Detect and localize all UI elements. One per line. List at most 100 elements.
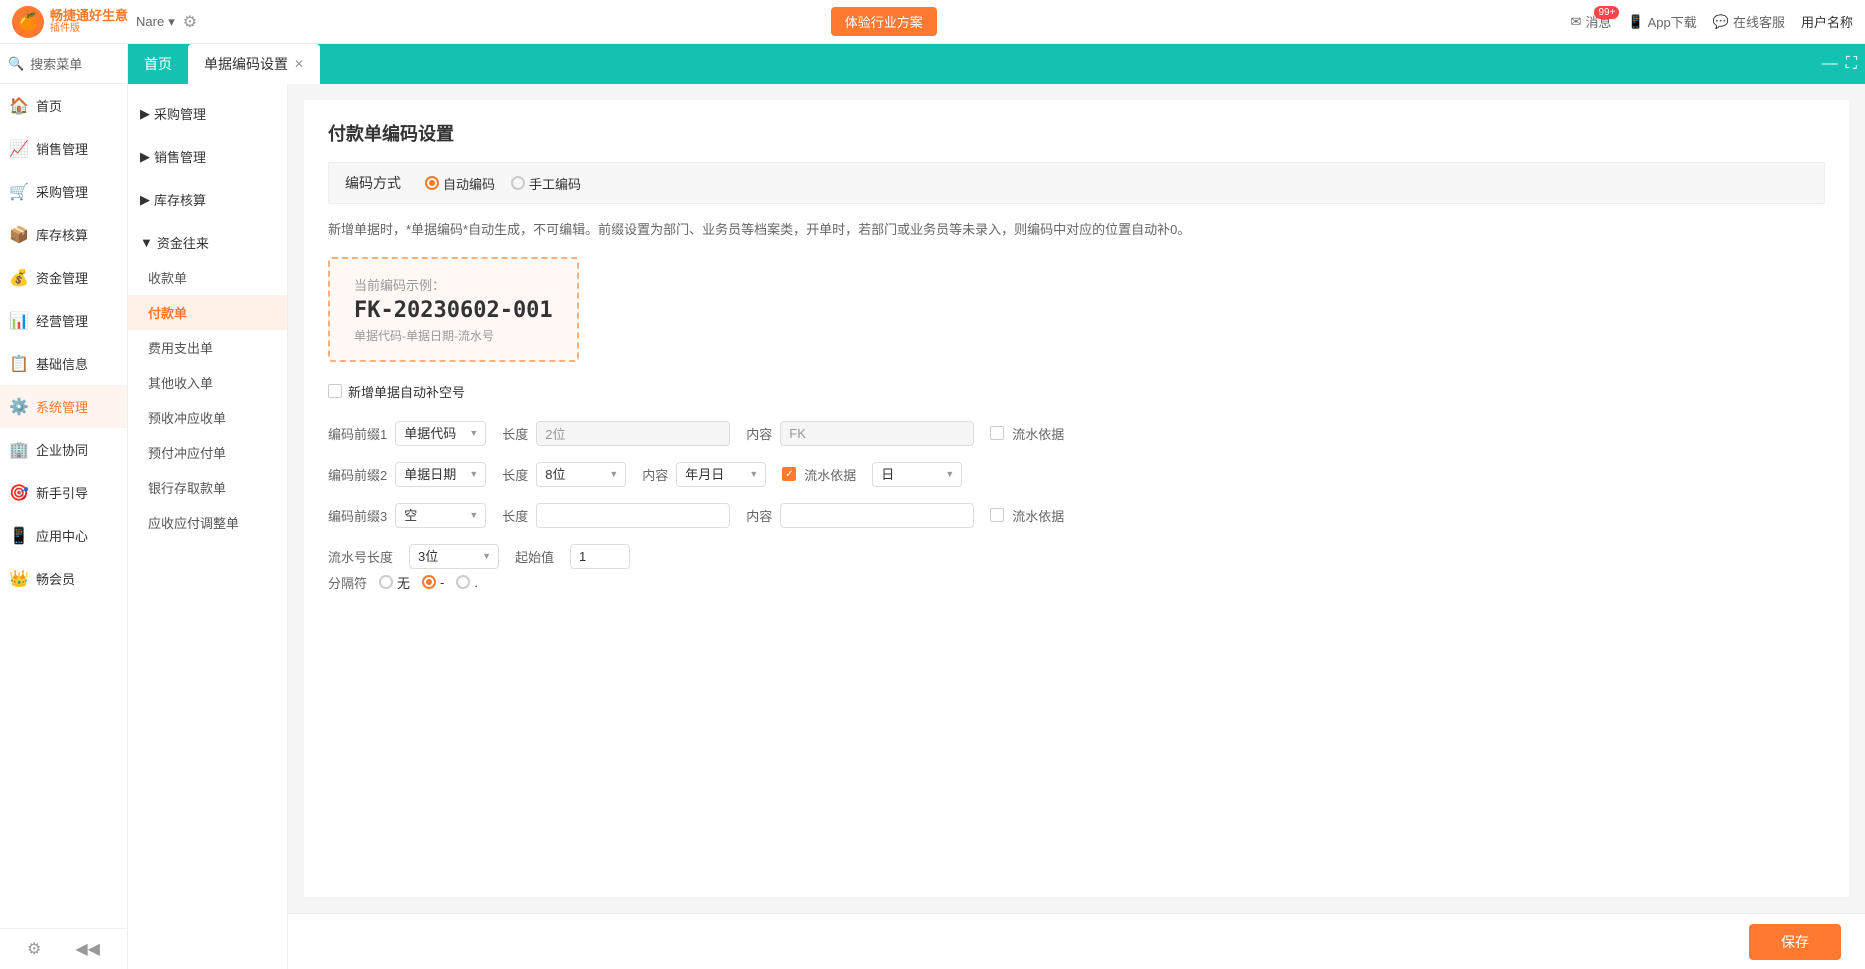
header-left: 🍊 畅捷通好生意 插件版 Nare ▾ ⚙ — [12, 6, 197, 38]
inventory-icon: 📦 — [10, 226, 28, 244]
sidebar-item-home[interactable]: 🏠 首页 — [0, 84, 127, 127]
sub-menu-item-prepay-receive[interactable]: 预收冲应收单 — [128, 400, 287, 435]
app-icon: 📱 — [1627, 14, 1643, 30]
sub-menu-item-expense[interactable]: 费用支出单 — [128, 330, 287, 365]
separator-dash[interactable]: - — [422, 575, 444, 590]
radio-auto-code[interactable]: 自动编码 — [425, 174, 495, 193]
serial-start-input[interactable] — [570, 544, 630, 569]
prefix3-select[interactable]: 单据代码 部门 业务员 空 — [395, 503, 486, 528]
settings-bottom-icon[interactable]: ⚙ — [27, 939, 41, 959]
serial-row: 流水号长度 3位 4位 5位 6位 起始值 — [328, 544, 1825, 569]
length2-select-wrapper: 4位 6位 8位 — [536, 462, 626, 487]
serial1-checkbox[interactable] — [990, 426, 1004, 440]
serial2-checkbox[interactable]: ✓ — [782, 467, 796, 481]
field-length3: 长度 — [502, 503, 730, 528]
service-label: 在线客服 — [1733, 12, 1785, 31]
sub-menu-purchase-label: 采购管理 — [154, 104, 206, 123]
serial3-checkbox[interactable] — [990, 508, 1004, 522]
content1-input[interactable] — [780, 421, 974, 446]
separator-none[interactable]: 无 — [379, 573, 410, 592]
content2-select[interactable]: 年月日 年月 年 — [676, 462, 766, 487]
tab-home[interactable]: 首页 — [128, 44, 188, 84]
sub-menu-item-bank[interactable]: 银行存取款单 — [128, 470, 287, 505]
sidebar-item-system[interactable]: ⚙️ 系统管理 — [0, 385, 127, 428]
trial-button[interactable]: 体验行业方案 — [831, 7, 937, 36]
prefix1-select-wrapper: 单据代码 部门 业务员 空 — [395, 421, 486, 446]
sub-menu-inventory: ▶ 库存核算 — [128, 178, 287, 221]
company-select[interactable]: Nare ▾ — [136, 14, 175, 30]
brand-logo: 🍊 畅捷通好生意 插件版 — [12, 6, 128, 38]
sub-menu-inventory-header[interactable]: ▶ 库存核算 — [128, 182, 287, 217]
serial-length-select[interactable]: 3位 4位 5位 6位 — [409, 544, 499, 569]
sub-menu-sales-header[interactable]: ▶ 销售管理 — [128, 139, 287, 174]
sidebar-item-purchase[interactable]: 🛒 采购管理 — [0, 170, 127, 213]
radio-manual-code[interactable]: 手工编码 — [511, 174, 581, 193]
sub-menu-inventory-label: 库存核算 — [154, 190, 206, 209]
sub-menu-item-prepay-pay[interactable]: 预付冲应付单 — [128, 435, 287, 470]
sidebar-item-sales[interactable]: 📈 销售管理 — [0, 127, 127, 170]
sidebar-bottom: ⚙ ◀◀ — [0, 928, 127, 969]
sidebar-item-finance[interactable]: 💰 资金管理 — [0, 256, 127, 299]
header-mid: 体验行业方案 — [831, 7, 937, 36]
separator-dot-label: . — [474, 575, 478, 590]
prefix1-label: 编码前缀1 — [328, 424, 387, 443]
config-rows: 编码前缀1 单据代码 部门 业务员 空 — [328, 421, 1825, 528]
tab-code-setting-label: 单据编码设置 — [204, 54, 288, 74]
sales-icon: 📈 — [10, 140, 28, 158]
auto-fill-checkbox[interactable] — [328, 384, 342, 398]
chevron-down-icon: ▾ — [168, 14, 175, 30]
prefix3-label: 编码前缀3 — [328, 506, 387, 525]
sidebar-label-sales: 销售管理 — [36, 139, 88, 158]
online-service[interactable]: 💬 在线客服 — [1713, 12, 1785, 31]
search-label: 搜索菜单 — [30, 54, 82, 73]
length1-input[interactable] — [536, 421, 730, 446]
user-info[interactable]: 用户名称 — [1801, 12, 1853, 31]
sidebar-item-operation[interactable]: 📊 经营管理 — [0, 299, 127, 342]
sidebar-label-operation: 经营管理 — [36, 311, 88, 330]
sidebar-item-corp[interactable]: 🏢 企业协同 — [0, 428, 127, 471]
content2-label: 内容 — [642, 465, 668, 484]
content3-input[interactable] — [780, 503, 974, 528]
save-button[interactable]: 保存 — [1749, 924, 1841, 960]
sub-menu-purchase-header[interactable]: ▶ 采购管理 — [128, 96, 287, 131]
sidebar-item-basic[interactable]: 📋 基础信息 — [0, 342, 127, 385]
company-name: Nare — [136, 14, 164, 29]
app-download[interactable]: 📱 App下载 — [1627, 12, 1696, 31]
message-icon: ✉ — [1571, 14, 1582, 30]
field-content1: 内容 — [746, 421, 974, 446]
length2-select[interactable]: 4位 6位 8位 — [536, 462, 626, 487]
length3-input[interactable] — [536, 503, 730, 528]
prefix2-select[interactable]: 单据日期 部门 业务员 空 — [395, 462, 486, 487]
sidebar-item-apps[interactable]: 📱 应用中心 — [0, 514, 127, 557]
code-mode-label: 编码方式 — [345, 173, 401, 193]
preview-desc: 单据代码-单据日期-流水号 — [354, 327, 553, 344]
day-select[interactable]: 日 月 年 — [872, 462, 962, 487]
radio-manual-label: 手工编码 — [529, 174, 581, 193]
search-menu-button[interactable]: 🔍 搜索菜单 — [0, 44, 127, 84]
sidebar-item-guide[interactable]: 🎯 新手引导 — [0, 471, 127, 514]
tab-close-icon[interactable]: ✕ — [294, 57, 304, 71]
radio-auto-dot — [425, 176, 439, 190]
tab-bar-actions: — ⛶ — [1822, 55, 1865, 73]
collapse-icon[interactable]: ◀◀ — [75, 939, 100, 959]
separator-dot[interactable]: . — [456, 575, 478, 590]
tab-minimize-icon[interactable]: — — [1822, 55, 1838, 73]
sub-menu-capital-header[interactable]: ▼ 资金往来 — [128, 225, 287, 260]
sub-menu-item-adjust[interactable]: 应收应付调整单 — [128, 505, 287, 540]
sub-menu-item-other-income[interactable]: 其他收入单 — [128, 365, 287, 400]
corp-icon: 🏢 — [10, 441, 28, 459]
tab-expand-icon[interactable]: ⛶ — [1846, 55, 1857, 73]
sub-menu-item-receipt[interactable]: 收款单 — [128, 260, 287, 295]
sub-menu-purchase: ▶ 采购管理 — [128, 92, 287, 135]
settings-icon[interactable]: ⚙ — [183, 12, 197, 32]
prefix1-select[interactable]: 单据代码 部门 业务员 空 — [395, 421, 486, 446]
main-layout: 🔍 搜索菜单 🏠 首页 📈 销售管理 🛒 采购管理 📦 库存核算 💰 — [0, 44, 1865, 969]
sidebar-item-member[interactable]: 👑 畅会员 — [0, 557, 127, 600]
sub-menu-item-payment[interactable]: 付款单 — [128, 295, 287, 330]
sub-menu-sales-label: 销售管理 — [154, 147, 206, 166]
sidebar-item-inventory[interactable]: 📦 库存核算 — [0, 213, 127, 256]
message-button[interactable]: ✉ 消息 99+ — [1571, 12, 1612, 31]
brand-name: 畅捷通好生意 — [50, 8, 128, 24]
tab-code-setting[interactable]: 单据编码设置 ✕ — [188, 44, 320, 84]
field-serial2: ✓ 流水依据 — [782, 465, 856, 484]
